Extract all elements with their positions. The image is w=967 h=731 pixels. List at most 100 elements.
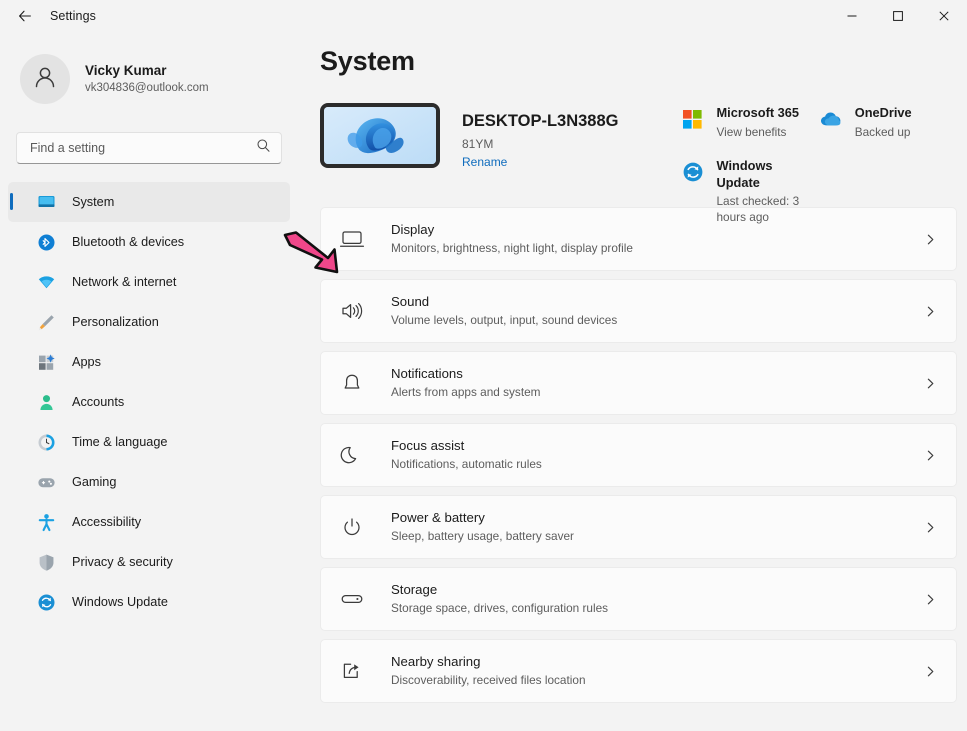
row-title: Nearby sharing xyxy=(391,654,481,670)
page-title: System xyxy=(320,46,415,76)
moon-icon xyxy=(335,444,369,466)
row-title: Display xyxy=(391,222,435,238)
wifi-icon xyxy=(36,272,56,292)
row-subtitle: Monitors, brightness, night light, displ… xyxy=(391,241,633,256)
chevron-right-icon[interactable] xyxy=(922,233,938,246)
maximize-button[interactable] xyxy=(875,0,921,32)
settings-row-power-battery[interactable]: Power & battery Sleep, battery usage, ba… xyxy=(320,495,957,559)
sidebar-item-label: Windows Update xyxy=(72,595,168,609)
settings-row-focus-assist[interactable]: Focus assist Notifications, automatic ru… xyxy=(320,423,957,487)
sidebar-item-label: Apps xyxy=(72,355,101,369)
service-cards: Microsoft 365 View benefits OneDrive Bac… xyxy=(681,103,958,224)
search-input[interactable] xyxy=(30,141,256,155)
sidebar-item-privacy-security[interactable]: Privacy & security xyxy=(8,542,290,582)
settings-row-storage[interactable]: Storage Storage space, drives, configura… xyxy=(320,567,957,631)
settings-rows: Display Monitors, brightness, night ligh… xyxy=(320,207,957,703)
device-thumbnail xyxy=(320,103,440,168)
sidebar-item-time-language[interactable]: Time & language xyxy=(8,422,290,462)
sidebar-item-personalization[interactable]: Personalization xyxy=(8,302,290,342)
power-icon xyxy=(335,516,369,538)
account-card[interactable]: Vicky Kumar vk304836@outlook.com xyxy=(0,44,300,110)
chevron-right-icon[interactable] xyxy=(922,593,938,606)
avatar xyxy=(20,54,70,104)
update-refresh-icon xyxy=(36,592,56,612)
main-content: System DESKTOP-L3N388G 81YM Rename Micro… xyxy=(300,32,967,731)
speaker-icon xyxy=(335,300,369,322)
row-text: Sound Volume levels, output, input, soun… xyxy=(391,293,922,328)
sidebar-item-apps[interactable]: Apps xyxy=(8,342,290,382)
shield-icon xyxy=(36,552,56,572)
account-text: Vicky Kumar vk304836@outlook.com xyxy=(85,62,209,96)
sidebar-item-network-internet[interactable]: Network & internet xyxy=(8,262,290,302)
chevron-right-icon[interactable] xyxy=(922,521,938,534)
sidebar-item-accounts[interactable]: Accounts xyxy=(8,382,290,422)
sidebar-item-accessibility[interactable]: Accessibility xyxy=(8,502,290,542)
service-text: OneDrive Backed up xyxy=(855,105,912,140)
row-text: Display Monitors, brightness, night ligh… xyxy=(391,221,922,256)
chevron-right-icon[interactable] xyxy=(922,665,938,678)
rename-link[interactable]: Rename xyxy=(462,155,507,169)
sidebar-item-windows-update[interactable]: Windows Update xyxy=(8,582,290,622)
sidebar-item-system[interactable]: System xyxy=(8,182,290,222)
onedrive-cloud-icon xyxy=(819,107,843,131)
update-refresh-icon xyxy=(681,160,705,184)
account-name: Vicky Kumar xyxy=(85,62,167,78)
minimize-button[interactable] xyxy=(829,0,875,32)
row-subtitle: Sleep, battery usage, battery saver xyxy=(391,529,574,544)
service-subtitle: Backed up xyxy=(854,124,911,139)
search-icon[interactable] xyxy=(256,138,271,158)
maximize-icon xyxy=(892,10,904,22)
row-text: Notifications Alerts from apps and syste… xyxy=(391,365,922,400)
laptop-wallpaper-thumbnail xyxy=(324,107,436,164)
service-card-onedrive[interactable]: OneDrive Backed up xyxy=(819,105,957,140)
settings-row-sound[interactable]: Sound Volume levels, output, input, soun… xyxy=(320,279,957,343)
sidebar-item-label: Time & language xyxy=(72,435,168,449)
row-text: Power & battery Sleep, battery usage, ba… xyxy=(391,509,922,544)
settings-row-nearby-sharing[interactable]: Nearby sharing Discoverability, received… xyxy=(320,639,957,703)
clock-icon xyxy=(36,432,56,452)
sidebar-item-label: Privacy & security xyxy=(72,555,173,569)
monitor-icon xyxy=(335,228,369,250)
microsoft-logo-icon xyxy=(681,107,705,131)
chevron-right-icon[interactable] xyxy=(922,449,938,462)
row-title: Focus assist xyxy=(391,438,465,454)
row-title: Storage xyxy=(391,582,438,598)
search-box[interactable] xyxy=(16,132,282,164)
minimize-icon xyxy=(846,10,858,22)
row-title: Notifications xyxy=(391,366,463,382)
row-subtitle: Alerts from apps and system xyxy=(391,385,541,400)
row-title: Power & battery xyxy=(391,510,485,526)
app-shell: Vicky Kumar vk304836@outlook.com Find a … xyxy=(0,32,967,731)
settings-row-display[interactable]: Display Monitors, brightness, night ligh… xyxy=(320,207,957,271)
sidebar-nav: System Bluetooth & devices Network & int… xyxy=(0,182,300,622)
sidebar-item-label: Gaming xyxy=(72,475,117,489)
window-controls xyxy=(829,0,967,32)
sidebar-item-label: Personalization xyxy=(72,315,159,329)
chevron-right-icon[interactable] xyxy=(922,305,938,318)
sidebar-item-bluetooth-devices[interactable]: Bluetooth & devices xyxy=(8,222,290,262)
close-button[interactable] xyxy=(921,0,967,32)
close-icon xyxy=(938,10,950,22)
service-card-windows-update[interactable]: Windows Update Last checked: 3 hours ago xyxy=(681,158,819,225)
back-arrow-icon xyxy=(17,8,33,24)
settings-row-notifications[interactable]: Notifications Alerts from apps and syste… xyxy=(320,351,957,415)
gamepad-icon xyxy=(36,472,56,492)
row-subtitle: Storage space, drives, configuration rul… xyxy=(391,601,609,616)
service-title: Windows Update xyxy=(716,157,773,190)
bell-icon xyxy=(335,372,369,394)
service-text: Windows Update Last checked: 3 hours ago xyxy=(717,158,819,225)
row-subtitle: Notifications, automatic rules xyxy=(391,457,542,472)
person-avatar-icon xyxy=(31,63,59,96)
chevron-right-icon[interactable] xyxy=(922,377,938,390)
service-text: Microsoft 365 View benefits xyxy=(717,105,800,140)
account-person-icon xyxy=(36,392,56,412)
row-subtitle: Volume levels, output, input, sound devi… xyxy=(391,313,618,328)
device-info: DESKTOP-L3N388G 81YM Rename xyxy=(462,103,619,189)
back-button[interactable] xyxy=(8,1,42,31)
service-subtitle: Last checked: 3 hours ago xyxy=(716,194,800,224)
row-title: Sound xyxy=(391,294,430,310)
device-model: 81YM xyxy=(462,136,494,151)
service-card-microsoft-365[interactable]: Microsoft 365 View benefits xyxy=(681,105,819,140)
share-icon xyxy=(335,660,369,682)
sidebar-item-gaming[interactable]: Gaming xyxy=(8,462,290,502)
